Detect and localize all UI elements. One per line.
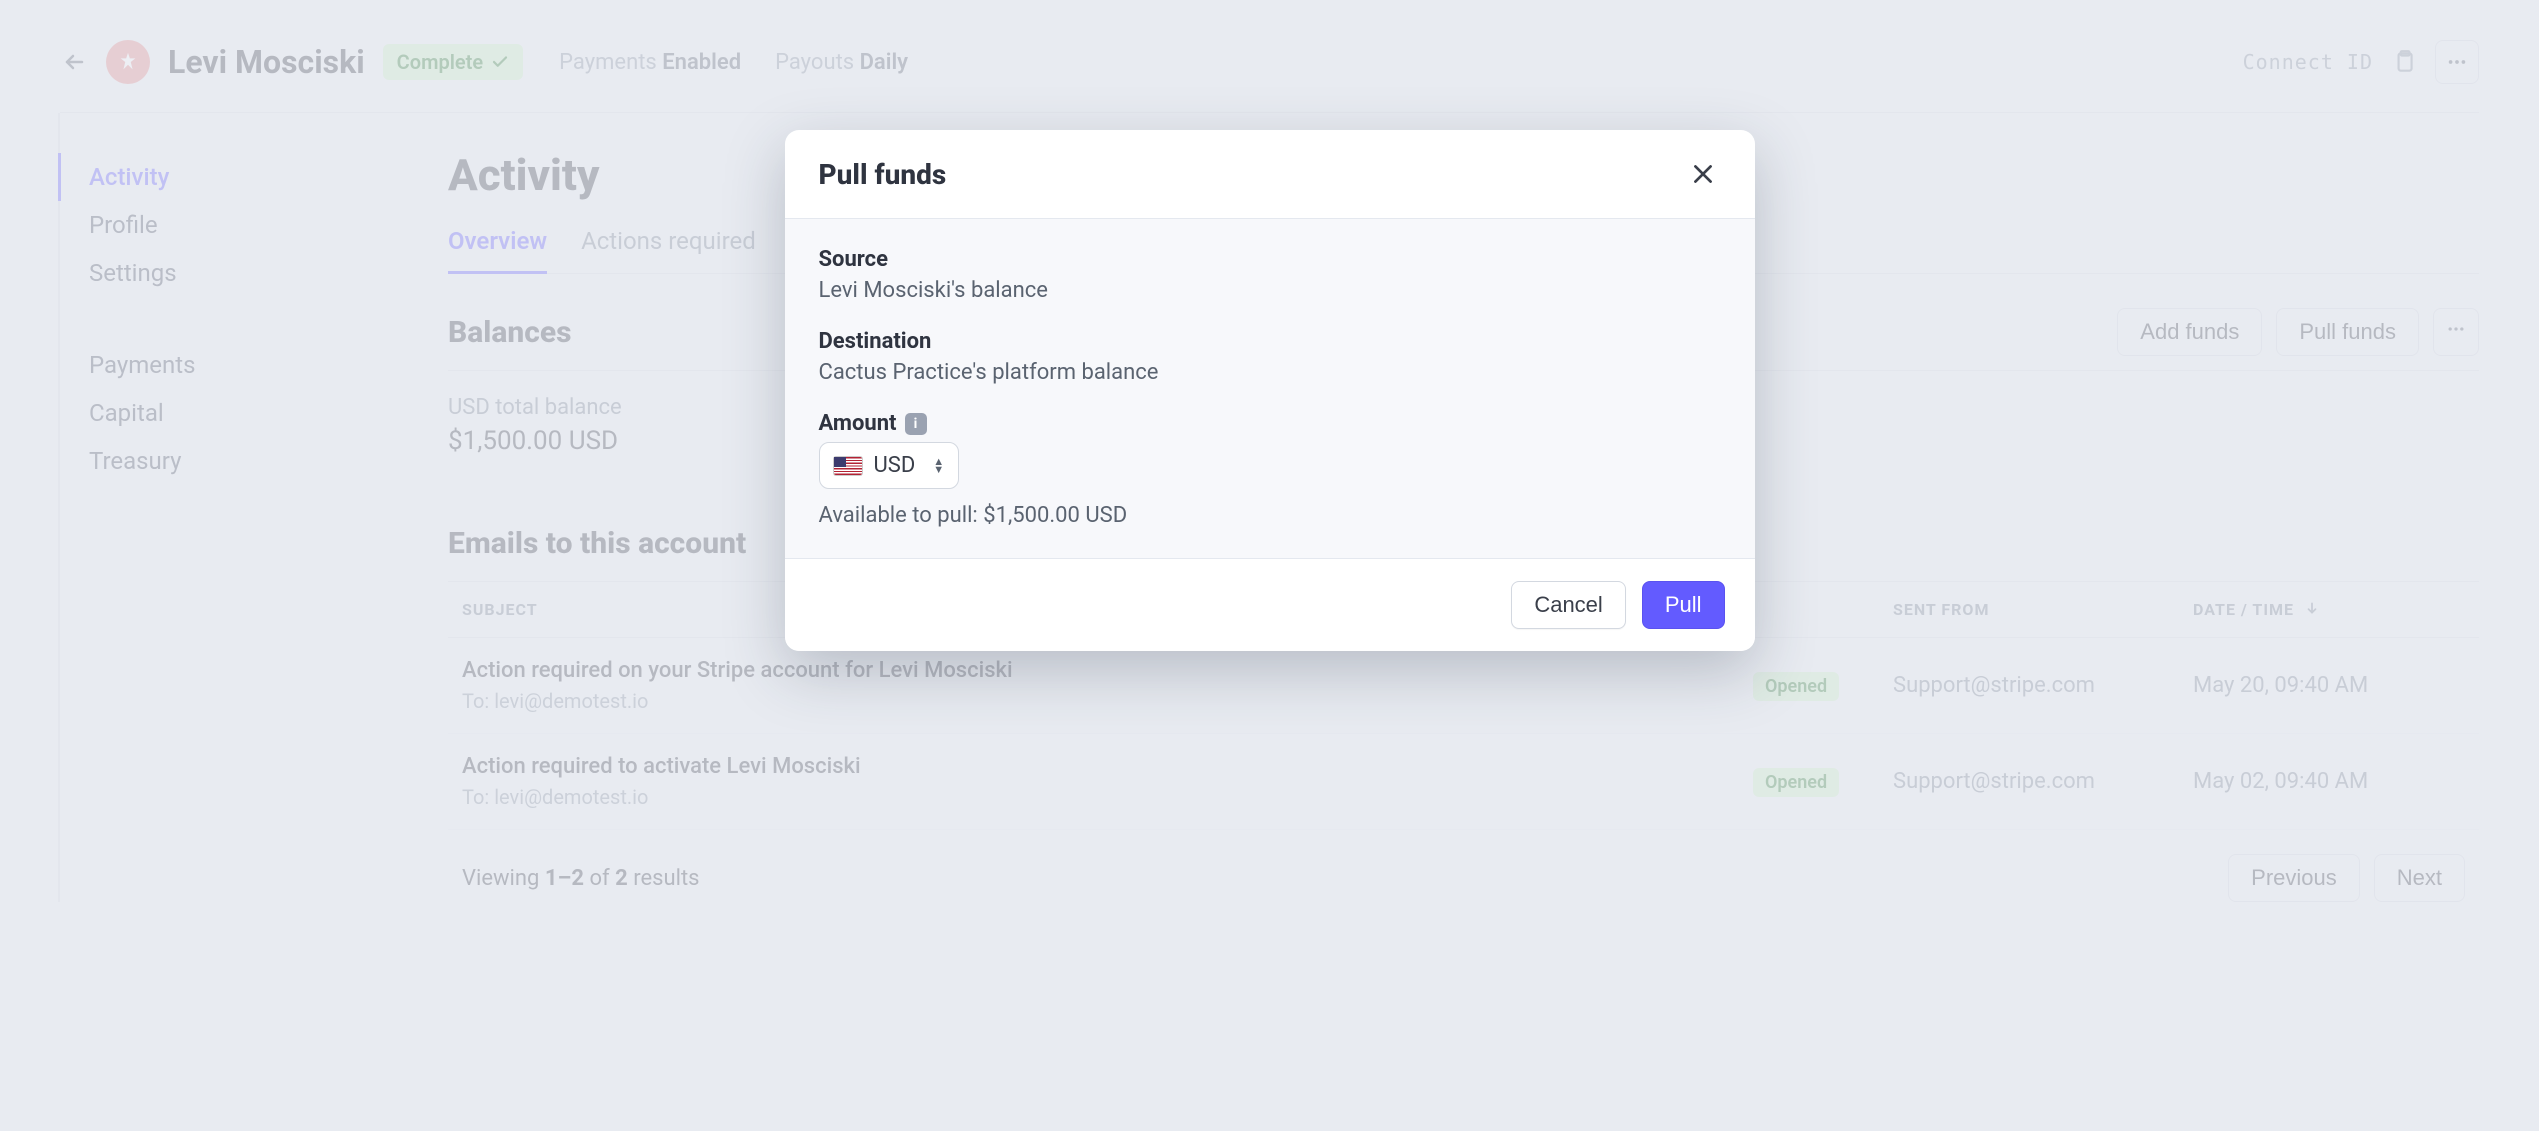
- amount-label: Amount: [819, 411, 897, 436]
- pull-confirm-button[interactable]: Pull: [1642, 581, 1725, 629]
- pull-funds-modal: Pull funds Source Levi Mosciski's balanc…: [785, 130, 1755, 651]
- destination-value: Cactus Practice's platform balance: [819, 360, 1721, 385]
- close-icon: [1690, 161, 1716, 187]
- currency-value: USD: [874, 453, 916, 478]
- currency-select[interactable]: USD ▲▼: [819, 442, 960, 489]
- cancel-button[interactable]: Cancel: [1511, 581, 1625, 629]
- available-to-pull: Available to pull: $1,500.00 USD: [819, 503, 1721, 528]
- modal-close-button[interactable]: [1685, 156, 1721, 192]
- modal-title: Pull funds: [819, 158, 947, 191]
- chevron-updown-icon: ▲▼: [933, 458, 944, 474]
- flag-us-icon: [834, 457, 862, 475]
- source-value: Levi Mosciski's balance: [819, 278, 1721, 303]
- destination-label: Destination: [819, 329, 1721, 354]
- info-icon[interactable]: i: [905, 413, 927, 435]
- button-label: Cancel: [1534, 592, 1602, 617]
- source-label: Source: [819, 247, 1721, 272]
- button-label: Pull: [1665, 592, 1702, 617]
